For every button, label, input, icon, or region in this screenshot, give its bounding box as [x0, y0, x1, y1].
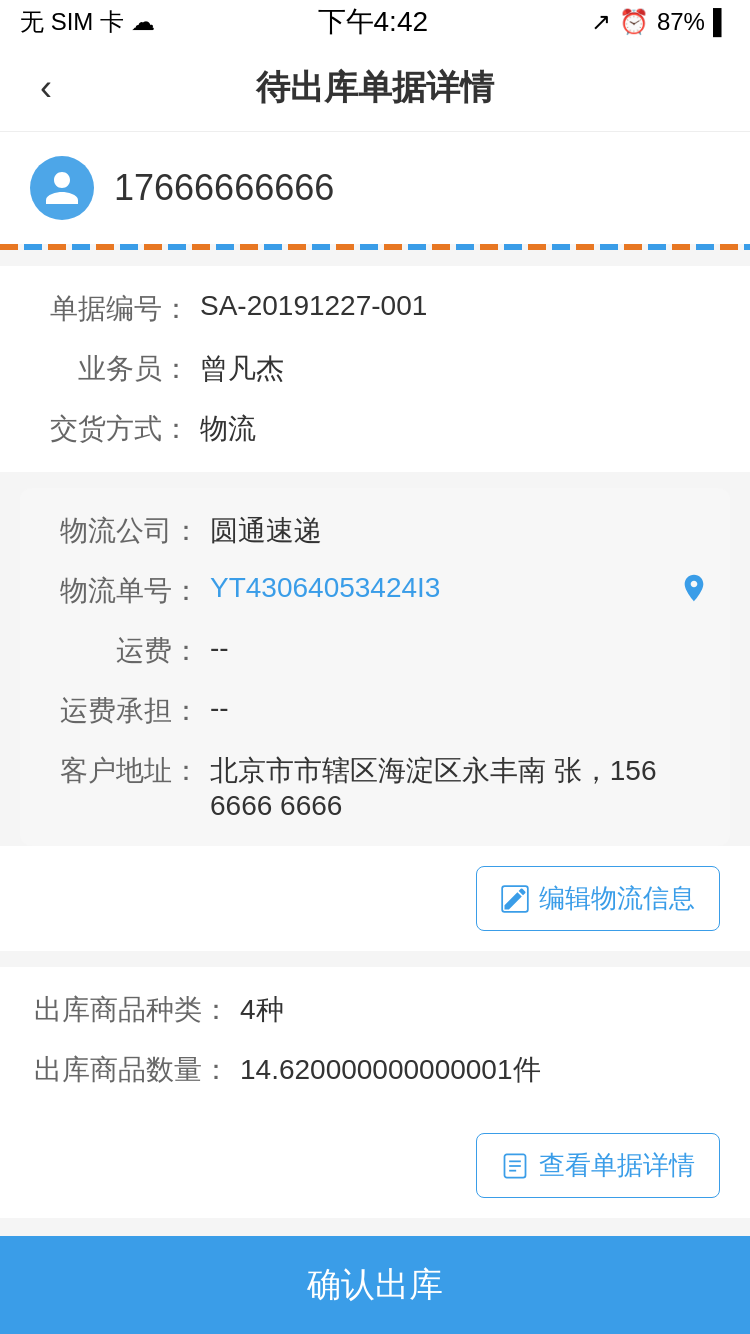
- goods-type-row: 出库商品种类： 4种: [30, 991, 720, 1029]
- goods-type-label: 出库商品种类：: [30, 991, 230, 1029]
- delivery-value: 物流: [200, 410, 720, 448]
- logistics-company-row: 物流公司： 圆通速递: [40, 512, 710, 550]
- delivery-row: 交货方式： 物流: [30, 410, 720, 448]
- confirm-btn-container: 确认出库: [0, 1236, 750, 1334]
- salesman-label: 业务员：: [30, 350, 190, 388]
- back-button[interactable]: ‹: [30, 57, 62, 119]
- status-left: 无 SIM 卡 ☁: [20, 6, 155, 38]
- view-detail-row: 查看单据详情: [0, 1113, 750, 1218]
- logistics-tracking-label: 物流单号：: [40, 572, 200, 610]
- status-right: ↗ ⏰ 87% ▌: [591, 8, 730, 36]
- customer-header: 17666666666: [0, 132, 750, 244]
- freight-label: 运费：: [40, 632, 200, 670]
- status-bar: 无 SIM 卡 ☁ 下午4:42 ↗ ⏰ 87% ▌: [0, 0, 750, 44]
- document-number-value: SA-20191227-001: [200, 290, 720, 322]
- alarm-icon: ⏰: [619, 8, 649, 36]
- goods-section: 出库商品种类： 4种 出库商品数量： 14.620000000000001件: [0, 967, 750, 1113]
- page-title: 待出库单据详情: [256, 65, 494, 111]
- sim-status: 无 SIM 卡 ☁: [20, 6, 155, 38]
- salesman-value: 曾凡杰: [200, 350, 720, 388]
- document-number-label: 单据编号：: [30, 290, 190, 328]
- goods-count-row: 出库商品数量： 14.620000000000001件: [30, 1051, 720, 1089]
- confirm-outbound-button[interactable]: 确认出库: [30, 1262, 720, 1308]
- section-divider: [0, 951, 750, 967]
- battery-icon: ▌: [713, 8, 730, 36]
- view-detail-button[interactable]: 查看单据详情: [476, 1133, 720, 1198]
- edit-logistics-label: 编辑物流信息: [539, 881, 695, 916]
- goods-count-value: 14.620000000000001件: [240, 1051, 720, 1089]
- address-row: 客户地址： 北京市市辖区海淀区永丰南 张，156 6666 6666: [40, 752, 710, 822]
- edit-logistics-row: 编辑物流信息: [0, 846, 750, 951]
- status-time: 下午4:42: [318, 3, 429, 41]
- customer-phone: 17666666666: [114, 167, 334, 209]
- address-label: 客户地址：: [40, 752, 200, 790]
- freight-bear-label: 运费承担：: [40, 692, 200, 730]
- delivery-label: 交货方式：: [30, 410, 190, 448]
- salesman-row: 业务员： 曾凡杰: [30, 350, 720, 388]
- view-detail-label: 查看单据详情: [539, 1148, 695, 1183]
- location-status-icon: ↗: [591, 8, 611, 36]
- logistics-tracking-value: YT43064053424I3: [210, 572, 668, 604]
- document-info-section: 单据编号： SA-20191227-001 业务员： 曾凡杰 交货方式： 物流: [0, 266, 750, 472]
- document-number-row: 单据编号： SA-20191227-001: [30, 290, 720, 328]
- logistics-tracking-row: 物流单号： YT43064053424I3: [40, 572, 710, 610]
- goods-count-label: 出库商品数量：: [30, 1051, 230, 1089]
- person-icon: [42, 168, 82, 208]
- freight-bear-value: --: [210, 692, 710, 724]
- logistics-company-label: 物流公司：: [40, 512, 200, 550]
- address-value: 北京市市辖区海淀区永丰南 张，156 6666 6666: [210, 752, 710, 822]
- freight-bear-row: 运费承担： --: [40, 692, 710, 730]
- document-icon: [501, 1152, 529, 1180]
- avatar: [30, 156, 94, 220]
- nav-bar: ‹ 待出库单据详情: [0, 44, 750, 132]
- edit-logistics-button[interactable]: 编辑物流信息: [476, 866, 720, 931]
- dashed-separator: [0, 244, 750, 250]
- edit-icon: [501, 885, 529, 913]
- freight-row: 运费： --: [40, 632, 710, 670]
- goods-type-value: 4种: [240, 991, 720, 1029]
- battery-level: 87%: [657, 8, 705, 36]
- logistics-company-value: 圆通速递: [210, 512, 710, 550]
- map-pin-icon[interactable]: [678, 572, 710, 604]
- freight-value: --: [210, 632, 710, 664]
- logistics-section: 物流公司： 圆通速递 物流单号： YT43064053424I3 运费： -- …: [20, 488, 730, 846]
